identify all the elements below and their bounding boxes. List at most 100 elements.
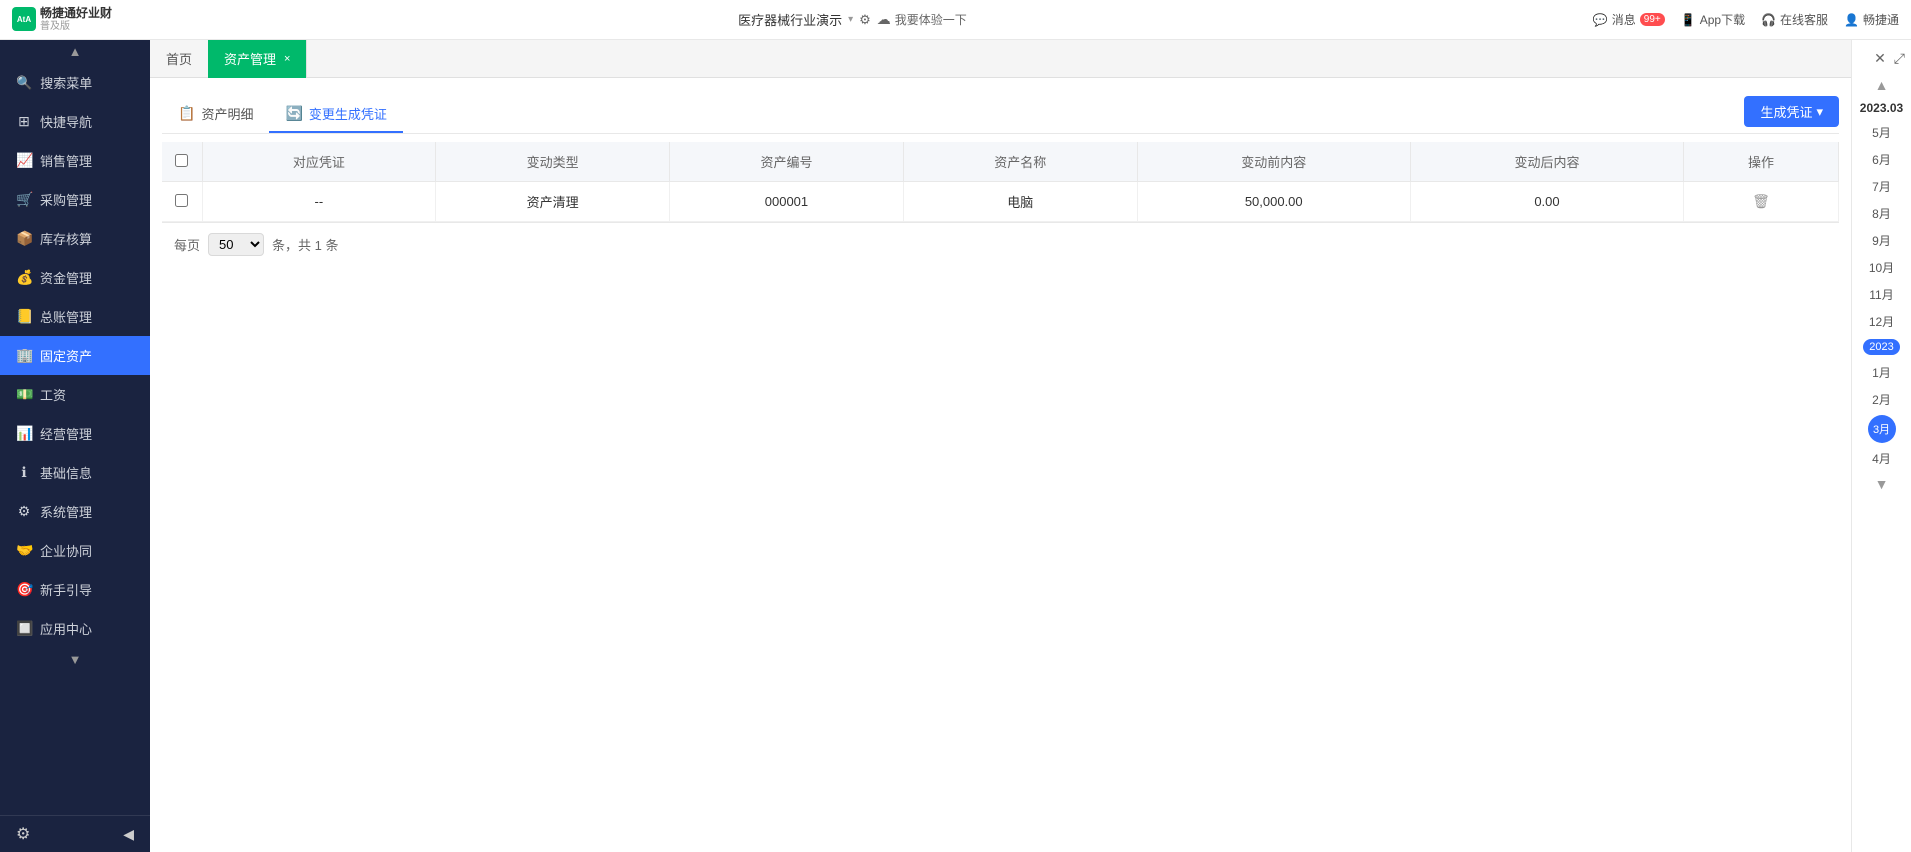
sidebar-item-enterprise[interactable]: 🤝 企业协同 (0, 531, 150, 570)
month-6[interactable]: 6月 (1860, 146, 1904, 173)
sidebar-item-salary[interactable]: 💵 工资 (0, 375, 150, 414)
row-action-cell: 🗑 (1684, 182, 1839, 222)
right-panel-expand-btn[interactable]: ⤢ (1892, 48, 1907, 69)
right-panel-nav-down[interactable]: ▼ (1871, 472, 1893, 496)
sidebar-item-fixed-assets[interactable]: 🏢 固定资产 (0, 336, 150, 375)
messages-badge: 99+ (1640, 13, 1665, 26)
tab-asset-management[interactable]: 资产管理 × (208, 40, 307, 78)
table-header-checkbox (162, 142, 202, 182)
sidebar-collapse-icon[interactable]: ◀ (123, 826, 134, 843)
sidebar-item-app-center[interactable]: 🔲 应用中心 (0, 609, 150, 648)
sidebar-search-label: 搜索菜单 (40, 73, 92, 92)
sidebar-item-funds[interactable]: 💰 资金管理 (0, 258, 150, 297)
user-btn[interactable]: 👤 畅捷通 (1844, 11, 1899, 28)
select-all-checkbox[interactable] (175, 154, 188, 167)
tab-home-label: 首页 (166, 52, 192, 67)
row-voucher: -- (202, 182, 436, 222)
edition-label: 普及版 (40, 21, 112, 33)
user-label: 畅捷通 (1863, 11, 1899, 28)
experience-label: 我要体验一下 (895, 11, 967, 28)
current-year-label: 2023 (1863, 339, 1899, 355)
basic-info-icon: ℹ (16, 464, 32, 481)
table-header-asset-code: 资产编号 (670, 142, 904, 182)
generate-voucher-btn[interactable]: 生成凭证 ▾ (1744, 96, 1839, 127)
sidebar-item-inventory[interactable]: 📦 库存核算 (0, 219, 150, 258)
generate-voucher-dropdown-icon[interactable]: ▾ (1816, 104, 1823, 120)
content-area: 首页 资产管理 × 📋 资产明细 🔄 变更生成凭证 (150, 40, 1851, 852)
generate-voucher-label: 生成凭证 (1760, 102, 1812, 121)
customer-service-btn[interactable]: 🎧 在线客服 (1761, 11, 1828, 28)
sub-tab-change-voucher-label: 变更生成凭证 (309, 104, 387, 123)
system-icon: ⚙ (16, 503, 32, 520)
sidebar-item-label-app-center: 应用中心 (40, 619, 92, 638)
fixed-assets-icon: 🏢 (16, 347, 32, 364)
table-header-before-change: 变动前内容 (1137, 142, 1410, 182)
month-12[interactable]: 12月 (1860, 308, 1904, 335)
right-panel-nav-up[interactable]: ▲ (1871, 73, 1893, 97)
sidebar-scroll-down[interactable]: ▼ (0, 648, 150, 671)
table-header-action: 操作 (1684, 142, 1839, 182)
customer-service-icon: 🎧 (1761, 13, 1776, 27)
sidebar-item-label-system: 系统管理 (40, 502, 92, 521)
sidebar-item-system[interactable]: ⚙ 系统管理 (0, 492, 150, 531)
right-panel-year-label: 2023.03 (1860, 97, 1903, 119)
sidebar-bottom: ⚙ ◀ (0, 815, 150, 852)
month-5[interactable]: 5月 (1860, 119, 1904, 146)
top-bar: AtA 畅捷通好业财 普及版 医疗器械行业演示 ▾ ⚙ ☁ 我要体验一下 💬 消… (0, 0, 1911, 40)
app-center-icon: 🔲 (16, 620, 32, 637)
row-delete-btn[interactable]: 🗑 (1752, 193, 1770, 209)
tab-active-label: 资产管理 (224, 49, 276, 68)
sidebar-item-sales[interactable]: 📈 销售管理 (0, 141, 150, 180)
month-2[interactable]: 2月 (1860, 386, 1904, 413)
sub-tabs: 📋 资产明细 🔄 变更生成凭证 (162, 96, 403, 133)
sidebar-item-label-basic-info: 基础信息 (40, 463, 92, 482)
month-9[interactable]: 9月 (1860, 227, 1904, 254)
sidebar-item-label-fixed-assets: 固定资产 (40, 346, 92, 365)
right-panel-close-btn[interactable]: ✕ (1872, 48, 1888, 69)
month-7[interactable]: 7月 (1860, 173, 1904, 200)
sidebar-settings-icon[interactable]: ⚙ (16, 824, 30, 844)
sidebar-item-operations[interactable]: 📊 经营管理 (0, 414, 150, 453)
sidebar-item-label-quick-nav: 快捷导航 (40, 112, 92, 131)
change-voucher-icon: 🔄 (285, 105, 302, 122)
sidebar-item-basic-info[interactable]: ℹ 基础信息 (0, 453, 150, 492)
row-asset-code: 000001 (670, 182, 904, 222)
month-3-active[interactable]: 3月 (1868, 415, 1896, 443)
data-table: 对应凭证 变动类型 资产编号 资产名称 变动前内容 变动后内容 操作 (162, 142, 1839, 222)
row-checkbox[interactable] (175, 194, 188, 207)
tab-close-icon[interactable]: × (284, 53, 290, 65)
month-1[interactable]: 1月 (1860, 359, 1904, 386)
messages-btn[interactable]: 💬 消息 99+ (1593, 11, 1665, 28)
sidebar-search[interactable]: 🔍 搜索菜单 (0, 63, 150, 102)
search-icon: 🔍 (16, 75, 32, 91)
month-11[interactable]: 11月 (1860, 281, 1904, 308)
sidebar-item-quick-nav[interactable]: ⊞ 快捷导航 (0, 102, 150, 141)
sub-tab-asset-detail-label: 资产明细 (201, 104, 253, 123)
per-page-select[interactable]: 50 10 20 100 (208, 233, 264, 256)
month-8[interactable]: 8月 (1860, 200, 1904, 227)
month-4[interactable]: 4月 (1860, 445, 1904, 472)
sidebar-item-ledger[interactable]: 📒 总账管理 (0, 297, 150, 336)
message-icon: 💬 (1593, 13, 1608, 27)
company-dropdown-icon[interactable]: ▾ (848, 14, 853, 25)
tab-home[interactable]: 首页 (150, 49, 208, 68)
month-10[interactable]: 10月 (1860, 254, 1904, 281)
app-download-label: App下载 (1700, 11, 1745, 28)
sidebar-item-guide[interactable]: 🎯 新手引导 (0, 570, 150, 609)
sidebar-scroll-up[interactable]: ▲ (0, 40, 150, 63)
table-footer: 每页 50 10 20 100 条，共 1 条 (162, 222, 1839, 266)
sidebar-item-purchase[interactable]: 🛒 采购管理 (0, 180, 150, 219)
experience-btn[interactable]: ☁ 我要体验一下 (877, 11, 967, 28)
company-settings-icon[interactable]: ⚙ (859, 12, 871, 28)
sidebar-item-label-ledger: 总账管理 (40, 307, 92, 326)
purchase-icon: 🛒 (16, 191, 32, 208)
row-after-change: 0.00 (1410, 182, 1683, 222)
row-checkbox-cell (162, 182, 202, 222)
ledger-icon: 📒 (16, 308, 32, 325)
sub-tab-asset-detail[interactable]: 📋 资产明细 (162, 96, 269, 133)
sub-tab-change-voucher[interactable]: 🔄 变更生成凭证 (269, 96, 402, 133)
logo: AtA 畅捷通好业财 普及版 (12, 6, 112, 32)
table-header-voucher: 对应凭证 (202, 142, 436, 182)
sidebar-item-label-operations: 经营管理 (40, 424, 92, 443)
app-download-btn[interactable]: 📱 App下载 (1681, 11, 1745, 28)
